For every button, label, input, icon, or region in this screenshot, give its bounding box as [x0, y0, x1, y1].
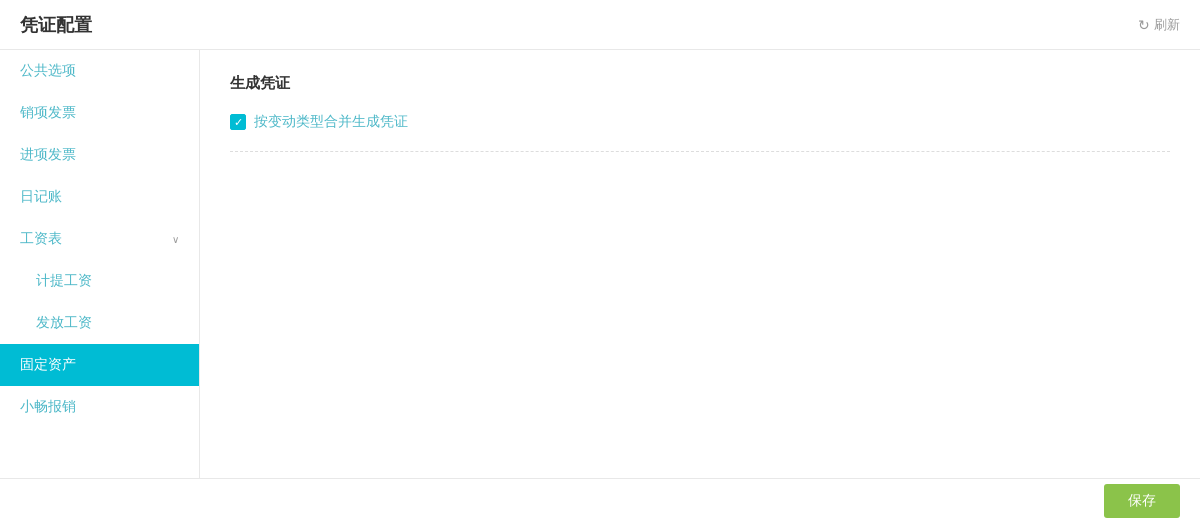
divider — [230, 151, 1170, 152]
sidebar: 公共选项销项发票进项发票日记账工资表 ∨ 计提工资发放工资固定资产小畅报销 — [0, 50, 200, 478]
sidebar-item-payroll-table[interactable]: 工资表 ∨ — [0, 218, 199, 260]
main-content: 生成凭证 按变动类型合并生成凭证 — [200, 50, 1200, 478]
checkbox-row: 按变动类型合并生成凭证 — [230, 113, 1170, 131]
main-layout: 公共选项销项发票进项发票日记账工资表 ∨ 计提工资发放工资固定资产小畅报销 生成凭证… — [0, 50, 1200, 478]
merge-checkbox-label[interactable]: 按变动类型合并生成凭证 — [254, 113, 408, 131]
save-button[interactable]: 保存 — [1104, 484, 1180, 518]
sidebar-item-fixed-assets[interactable]: 固定资产 — [0, 344, 199, 386]
sidebar-item-commission-salary[interactable]: 计提工资 — [0, 260, 199, 302]
sidebar-item-label: 销项发票 — [20, 104, 76, 122]
chevron-down-icon: ∨ — [172, 234, 179, 245]
refresh-label: 刷新 — [1154, 16, 1180, 34]
refresh-button[interactable]: ↻ 刷新 — [1138, 16, 1180, 34]
sidebar-item-pay-salary[interactable]: 发放工资 — [0, 302, 199, 344]
sidebar-item-public-options[interactable]: 公共选项 — [0, 50, 199, 92]
page-title: 凭证配置 — [20, 13, 92, 37]
sidebar-item-label: 小畅报销 — [20, 398, 76, 416]
sidebar-item-label: 日记账 — [20, 188, 62, 206]
sidebar-item-expense-reimbursement[interactable]: 小畅报销 — [0, 386, 199, 428]
header: 凭证配置 ↻ 刷新 — [0, 0, 1200, 50]
footer: 保存 — [0, 478, 1200, 522]
section-title: 生成凭证 — [230, 74, 1170, 93]
sidebar-item-label: 发放工资 — [36, 314, 92, 332]
sidebar-item-purchase-invoice[interactable]: 进项发票 — [0, 134, 199, 176]
refresh-icon: ↻ — [1138, 17, 1150, 33]
sidebar-item-label: 固定资产 — [20, 356, 76, 374]
sidebar-item-journal[interactable]: 日记账 — [0, 176, 199, 218]
sidebar-item-label: 计提工资 — [36, 272, 92, 290]
sidebar-item-label: 公共选项 — [20, 62, 76, 80]
sidebar-item-label: 进项发票 — [20, 146, 76, 164]
sidebar-item-label: 工资表 — [20, 230, 62, 248]
sidebar-item-sales-invoice[interactable]: 销项发票 — [0, 92, 199, 134]
merge-checkbox[interactable] — [230, 114, 246, 130]
